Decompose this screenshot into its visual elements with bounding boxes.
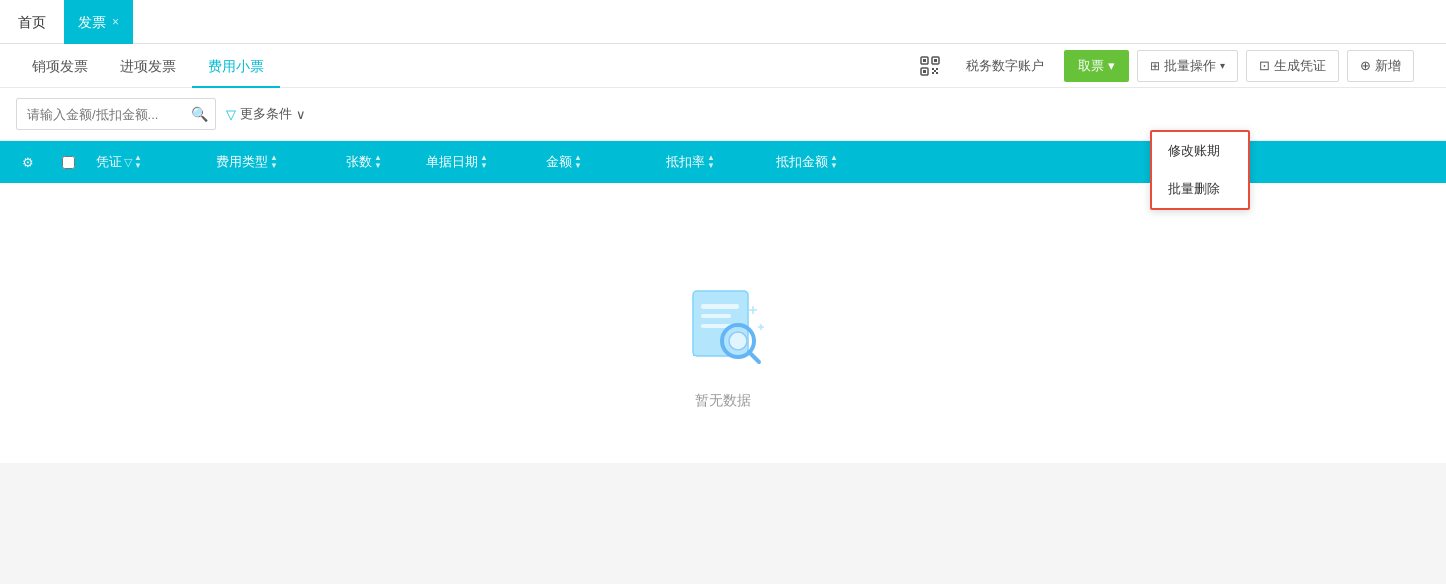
svg-rect-10 bbox=[934, 70, 936, 72]
home-tab[interactable]: 首页 bbox=[0, 0, 64, 44]
th-deduct-rate-label: 抵扣率 bbox=[666, 153, 705, 171]
th-count: 张数 ▲▼ bbox=[338, 153, 418, 171]
batch-op-chevron-icon: ▾ bbox=[1220, 60, 1225, 71]
batch-op-label: 批量操作 bbox=[1164, 57, 1216, 75]
add-icon: ⊕ bbox=[1360, 58, 1371, 73]
th-checkbox[interactable] bbox=[48, 156, 88, 169]
th-amount: 金额 ▲▼ bbox=[538, 153, 658, 171]
svg-rect-7 bbox=[936, 68, 938, 70]
th-expense-type: 费用类型 ▲▼ bbox=[208, 153, 338, 171]
th-expense-type-label: 费用类型 bbox=[216, 153, 268, 171]
th-deduct-amount-sort-icon[interactable]: ▲▼ bbox=[830, 154, 838, 170]
batch-delete-item[interactable]: 批量删除 bbox=[1152, 170, 1248, 208]
th-count-label: 张数 bbox=[346, 153, 372, 171]
sub-tabs-bar: 销项发票 进项发票 费用小票 税务数字账户 取票 ▾ ⊞ bbox=[0, 44, 1446, 88]
select-all-checkbox[interactable] bbox=[62, 156, 75, 169]
qr-icon-button[interactable] bbox=[914, 50, 946, 82]
empty-state: 暂无数据 bbox=[0, 183, 1446, 463]
add-button[interactable]: ⊕ 新增 bbox=[1347, 50, 1414, 82]
tab-sales[interactable]: 销项发票 bbox=[16, 44, 104, 88]
th-deduct-rate: 抵扣率 ▲▼ bbox=[658, 153, 768, 171]
svg-rect-6 bbox=[932, 68, 934, 70]
th-voucher-sort-icon[interactable]: ▲▼ bbox=[134, 154, 142, 170]
svg-rect-5 bbox=[923, 70, 926, 73]
more-conditions-button[interactable]: ▽ 更多条件 ∨ bbox=[226, 105, 306, 123]
th-deduct-amount: 抵扣金额 ▲▼ bbox=[768, 153, 898, 171]
empty-text: 暂无数据 bbox=[695, 392, 751, 410]
th-voucher-filter-icon: ▽ bbox=[124, 156, 132, 169]
tab-expense[interactable]: 费用小票 bbox=[192, 44, 280, 88]
svg-rect-8 bbox=[932, 72, 934, 74]
settings-icon: ⚙ bbox=[22, 155, 34, 170]
more-conditions-arrow-icon: ∨ bbox=[296, 107, 306, 122]
take-ticket-button[interactable]: 取票 ▾ bbox=[1064, 50, 1129, 82]
th-date-sort-icon[interactable]: ▲▼ bbox=[480, 154, 488, 170]
svg-line-17 bbox=[749, 352, 759, 362]
add-label: 新增 bbox=[1375, 57, 1401, 75]
svg-rect-9 bbox=[936, 72, 938, 74]
invoice-tab-label: 发票 bbox=[78, 0, 106, 44]
svg-rect-3 bbox=[934, 59, 937, 62]
th-settings[interactable]: ⚙ bbox=[8, 155, 48, 170]
batch-op-dropdown: 修改账期 批量删除 bbox=[1150, 130, 1250, 210]
take-ticket-arrow-icon: ▾ bbox=[1108, 58, 1115, 73]
th-count-sort-icon[interactable]: ▲▼ bbox=[374, 154, 382, 170]
empty-icon bbox=[673, 276, 773, 376]
th-amount-sort-icon[interactable]: ▲▼ bbox=[574, 154, 582, 170]
th-voucher: 凭证 ▽ ▲▼ bbox=[88, 153, 208, 171]
gen-voucher-icon: ⊡ bbox=[1259, 58, 1270, 73]
toolbar-right: 税务数字账户 取票 ▾ ⊞ 批量操作 ▾ ⊡ 生成凭证 ⊕ 新增 bbox=[914, 50, 1430, 82]
th-deduct-amount-label: 抵扣金额 bbox=[776, 153, 828, 171]
th-date-label: 单据日期 bbox=[426, 153, 478, 171]
th-expense-type-sort-icon[interactable]: ▲▼ bbox=[270, 154, 278, 170]
batch-op-button[interactable]: ⊞ 批量操作 ▾ bbox=[1137, 50, 1238, 82]
search-input[interactable] bbox=[16, 98, 216, 130]
take-ticket-label: 取票 bbox=[1078, 57, 1104, 75]
search-icon[interactable]: 🔍 bbox=[191, 106, 208, 122]
svg-rect-12 bbox=[701, 304, 739, 309]
th-amount-label: 金额 bbox=[546, 153, 572, 171]
th-deduct-rate-sort-icon[interactable]: ▲▼ bbox=[707, 154, 715, 170]
modify-period-item[interactable]: 修改账期 bbox=[1152, 132, 1248, 170]
close-icon[interactable]: × bbox=[112, 0, 119, 44]
th-voucher-label: 凭证 bbox=[96, 153, 122, 171]
tax-account-button[interactable]: 税务数字账户 bbox=[954, 50, 1056, 82]
batch-op-icon: ⊞ bbox=[1150, 59, 1160, 73]
svg-rect-13 bbox=[701, 314, 731, 318]
gen-voucher-button[interactable]: ⊡ 生成凭证 bbox=[1246, 50, 1339, 82]
top-nav: 首页 发票 × bbox=[0, 0, 1446, 44]
more-conditions-label: 更多条件 bbox=[240, 105, 292, 123]
tab-input[interactable]: 进项发票 bbox=[104, 44, 192, 88]
svg-rect-1 bbox=[923, 59, 926, 62]
invoice-tab[interactable]: 发票 × bbox=[64, 0, 133, 44]
gen-voucher-label: 生成凭证 bbox=[1274, 57, 1326, 75]
search-input-wrap: 🔍 bbox=[16, 98, 216, 130]
th-date: 单据日期 ▲▼ bbox=[418, 153, 538, 171]
filter-icon: ▽ bbox=[226, 107, 236, 122]
svg-point-16 bbox=[729, 332, 747, 350]
